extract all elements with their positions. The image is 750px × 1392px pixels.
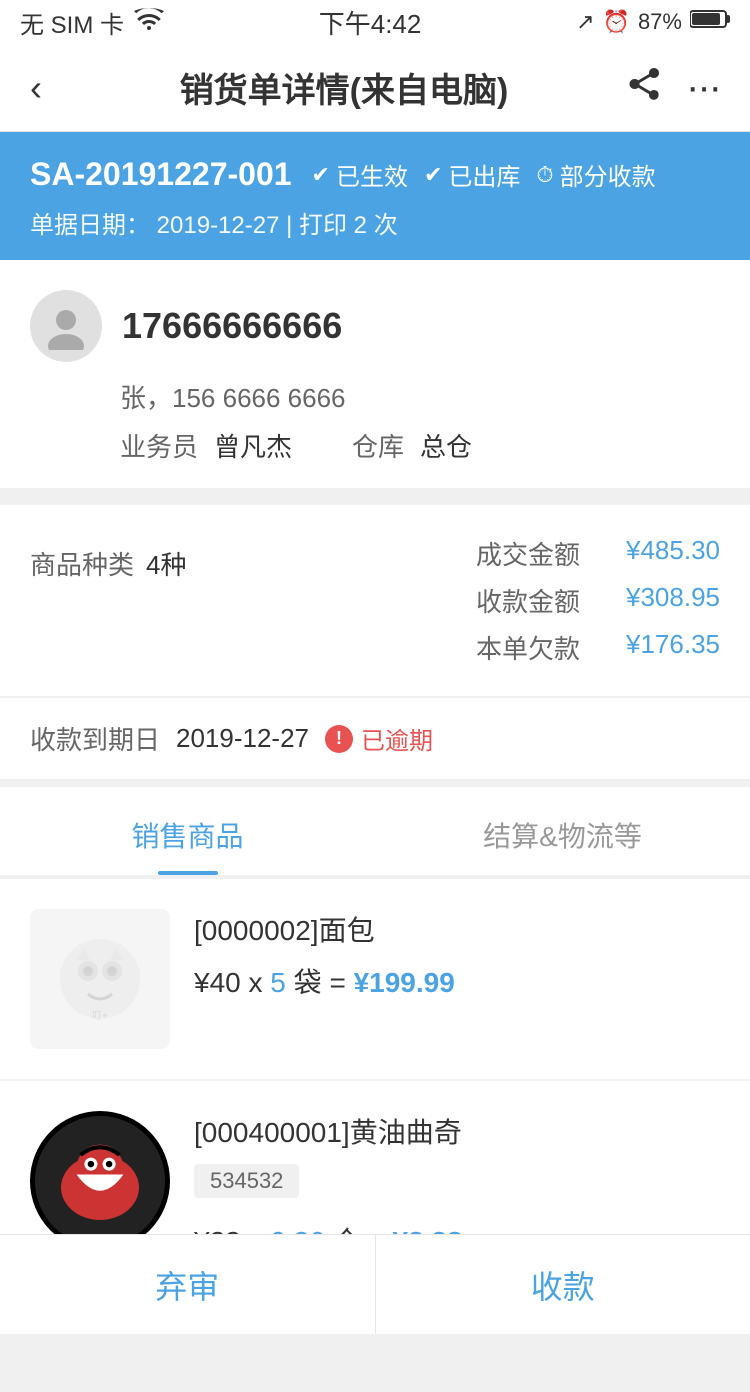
order-badges: ✔ 已生效 ✔ 已出库 ⏱ 部分收款 [312,157,656,192]
product-name-1: [0000002]面包 [194,909,720,949]
product-total-1: ¥199.99 [354,967,455,998]
alarm-icon: ⏰ [603,9,630,35]
product-img-circle-2 [35,1116,165,1246]
product-card-1: 叮+ [0000002]面包 ¥40 x 5 袋 = ¥199.99 [0,879,750,1079]
location-icon: ↗ [576,9,594,35]
tabs-bar: 销售商品 结算&物流等 [0,787,750,877]
tab-settlement-logistics[interactable]: 结算&物流等 [375,787,750,875]
page-title: 销货单详情(来自电脑) [62,63,626,112]
stats-section: 商品种类 4种 成交金额 ¥485.30 收款金额 ¥308.95 本单欠款 ¥… [0,505,750,697]
wifi-icon [134,8,164,37]
salesperson-label: 业务员 [120,427,198,464]
tabs-section: 销售商品 结算&物流等 叮+ [0,779,750,1290]
product-kinds: 商品种类 4种 [30,545,186,582]
kinds-value: 4种 [146,545,186,582]
due-date-value: 2019-12-27 [176,723,309,754]
bottom-bar: 弃审 收款 [0,1234,750,1334]
carrier-text: 无 SIM 卡 [20,5,124,40]
due-label: 收款到期日 [30,720,160,757]
due-row: 收款到期日 2019-12-27 ! 已逾期 [30,720,720,757]
product-sku-2: 534532 [194,1164,299,1198]
customer-section: 17666666666 张，156 6666 6666 业务员 曾凡杰 仓库 总… [0,260,750,489]
svg-text:叮+: 叮+ [92,1011,108,1022]
overdue-icon: ! [325,725,353,753]
warehouse-value: 总仓 [420,427,472,464]
stats-left: 商品种类 4种 [30,535,186,582]
status-bar: 无 SIM 卡 下午4:42 ↗ ⏰ 87% [0,0,750,44]
customer-avatar [30,290,102,362]
order-number: SA-20191227-001 [30,156,292,193]
product-image-1: 叮+ [30,909,170,1049]
owed-amount: 本单欠款 ¥176.35 [476,629,720,666]
order-date-row: 单据日期： 2019-12-27 | 打印 2 次 [30,205,720,240]
divider-1 [0,489,750,505]
check-icon-2: ✔ [424,162,442,188]
salesperson-value: 曾凡杰 [214,427,292,464]
product-price-1: ¥40 x 5 袋 = ¥199.99 [194,961,720,1001]
order-header: SA-20191227-001 ✔ 已生效 ✔ 已出库 ⏱ 部分收款 单据日期：… [0,132,750,260]
overdue-text: 已逾期 [361,721,433,756]
product-qty-1: 5 [270,967,286,998]
status-time: 下午4:42 [319,4,422,41]
nav-actions: ··· [626,65,720,110]
product-info-1: [0000002]面包 ¥40 x 5 袋 = ¥199.99 [194,909,720,1001]
badge-activated: ✔ 已生效 [312,157,408,192]
status-left: 无 SIM 卡 [20,5,164,40]
battery-icon [690,9,730,35]
due-date-section: 收款到期日 2019-12-27 ! 已逾期 [0,697,750,779]
back-button[interactable]: ‹ [30,67,42,109]
warehouse-label: 仓库 [352,427,404,464]
clock-icon: ⏱ [536,162,553,188]
badge-partial-payment: ⏱ 部分收款 [536,157,655,192]
customer-name-phone: 张，156 6666 6666 [30,378,720,415]
confirm-button[interactable]: 收款 [376,1235,750,1334]
products-list: 叮+ [0000002]面包 ¥40 x 5 袋 = ¥199.99 [0,879,750,1290]
cancel-button[interactable]: 弃审 [0,1235,376,1334]
share-icon[interactable] [626,66,662,110]
status-right: ↗ ⏰ 87% [576,9,730,35]
customer-meta: 业务员 曾凡杰 仓库 总仓 [30,427,720,464]
tab-sales-products[interactable]: 销售商品 [0,787,375,875]
overdue-badge: ! 已逾期 [325,721,433,756]
customer-id: 17666666666 [122,305,342,347]
received-amount: 收款金额 ¥308.95 [476,582,720,619]
salesperson-item: 业务员 曾凡杰 [120,427,292,464]
transaction-amount: 成交金额 ¥485.30 [476,535,720,572]
warehouse-item: 仓库 总仓 [352,427,472,464]
nav-bar: ‹ 销货单详情(来自电脑) ··· [0,44,750,132]
more-icon[interactable]: ··· [686,65,720,110]
product-image-2 [30,1111,170,1251]
badge-shipped: ✔ 已出库 [424,157,520,192]
check-icon-1: ✔ [312,162,330,188]
stats-right: 成交金额 ¥485.30 收款金额 ¥308.95 本单欠款 ¥176.35 [476,535,720,666]
battery-text: 87% [638,9,682,35]
product-name-2: [000400001]黄油曲奇 [194,1111,720,1151]
